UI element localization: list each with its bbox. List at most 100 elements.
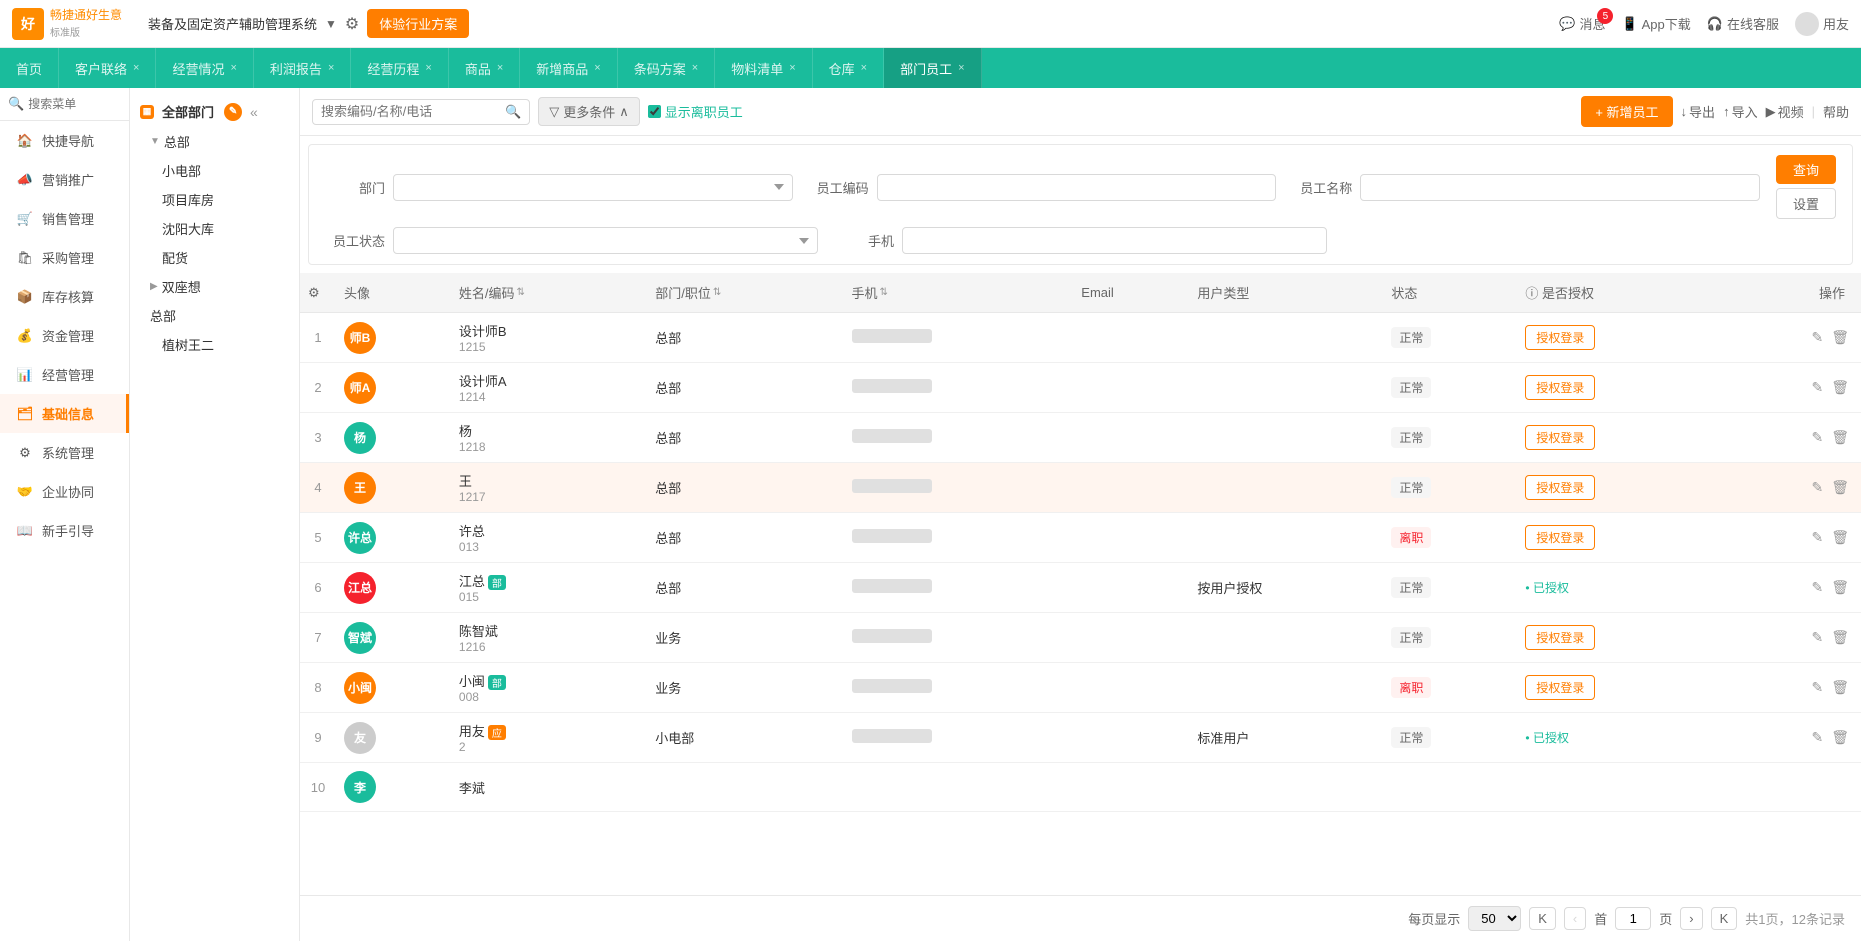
sidebar-item-sales[interactable]: 🛒 销售管理 — [0, 199, 129, 238]
authorize-button[interactable]: 授权登录 — [1525, 475, 1595, 500]
search-input[interactable] — [321, 104, 501, 119]
sidebar-item-basic[interactable]: 🗂 基础信息 — [0, 394, 129, 433]
first-page-button[interactable]: K — [1529, 907, 1556, 930]
user-avatar-item[interactable]: 用友 — [1795, 12, 1849, 36]
tab-history[interactable]: 经营历程× — [351, 48, 448, 88]
edit-button[interactable]: ✎ — [1811, 529, 1823, 546]
sidebar-item-system[interactable]: ⚙ 系统管理 — [0, 433, 129, 472]
edit-button[interactable]: ✎ — [1811, 629, 1823, 646]
edit-button[interactable]: ✎ — [1811, 579, 1823, 596]
dept-node-zhishu[interactable]: 植树王二 — [130, 330, 299, 359]
authorize-button[interactable]: 授权登录 — [1525, 375, 1595, 400]
delete-button[interactable]: 🗑 — [1831, 379, 1849, 396]
tab-customer-close[interactable]: × — [133, 62, 139, 74]
delete-button[interactable]: 🗑 — [1831, 729, 1849, 746]
sidebar-item-marketing[interactable]: 📣 营销推广 — [0, 160, 129, 199]
tab-customer[interactable]: 客户联络× — [59, 48, 156, 88]
dept-node-zongbu2[interactable]: 总部 — [130, 301, 299, 330]
tab-add-goods[interactable]: 新增商品× — [520, 48, 617, 88]
sidebar-search-input[interactable] — [28, 97, 121, 111]
tab-history-close[interactable]: × — [425, 62, 431, 74]
edit-button[interactable]: ✎ — [1811, 679, 1823, 696]
dept-node-xiaodibu[interactable]: 小电部 — [130, 156, 299, 185]
tab-goods-close[interactable]: × — [497, 62, 503, 74]
sidebar-item-business[interactable]: 📊 经营管理 — [0, 355, 129, 394]
delete-button[interactable]: 🗑 — [1831, 329, 1849, 346]
filter-status-select[interactable] — [393, 227, 818, 254]
delete-button[interactable]: 🗑 — [1831, 629, 1849, 646]
tab-profit-close[interactable]: × — [328, 62, 334, 74]
edit-button[interactable]: ✎ — [1811, 729, 1823, 746]
filter-phone-input[interactable] — [902, 227, 1327, 254]
last-page-button[interactable]: K — [1711, 907, 1738, 930]
dept-collapse-btn[interactable]: « — [250, 104, 258, 120]
dept-node-shuangzuo[interactable]: ▶ 双座想 — [130, 272, 299, 301]
delete-button[interactable]: 🗑 — [1831, 679, 1849, 696]
prev-page-button[interactable]: ‹ — [1564, 907, 1586, 930]
edit-button[interactable]: ✎ — [1811, 379, 1823, 396]
tab-barcode[interactable]: 条码方案× — [618, 48, 715, 88]
dept-edit-btn[interactable]: ✎ — [224, 103, 242, 121]
filter-code-input[interactable] — [877, 174, 1277, 201]
search-box[interactable]: 🔍 — [312, 99, 530, 125]
authorize-button[interactable]: 授权登录 — [1525, 425, 1595, 450]
help-button[interactable]: 帮助 — [1823, 102, 1849, 121]
sidebar-search-box[interactable]: 🔍 — [0, 88, 129, 121]
dept-node-xiangmu[interactable]: 项目库房 — [130, 185, 299, 214]
edit-button[interactable]: ✎ — [1811, 429, 1823, 446]
per-page-select[interactable]: 50 — [1468, 906, 1521, 931]
next-page-button[interactable]: › — [1680, 907, 1702, 930]
show-resigned-checkbox[interactable] — [648, 105, 661, 118]
th-name-sort[interactable]: 姓名/编码 ⇅ — [459, 283, 525, 302]
dept-node-zongbu-parent[interactable]: ▼ 总部 — [130, 127, 299, 156]
delete-button[interactable]: 🗑 — [1831, 579, 1849, 596]
export-button[interactable]: ↓ 导出 — [1681, 102, 1716, 121]
tab-bom[interactable]: 物料清单× — [715, 48, 812, 88]
col-settings-icon[interactable]: ⚙ — [308, 285, 320, 300]
sidebar-item-purchase[interactable]: 🛍 采购管理 — [0, 238, 129, 277]
sidebar-item-guide[interactable]: 📖 新手引导 — [0, 511, 129, 550]
show-resigned-check[interactable]: 显示离职员工 — [648, 102, 743, 121]
sidebar-item-inventory[interactable]: 📦 库存核算 — [0, 277, 129, 316]
delete-button[interactable]: 🗑 — [1831, 479, 1849, 496]
import-button[interactable]: ↑ 导入 — [1723, 102, 1758, 121]
authorize-button[interactable]: 授权登录 — [1525, 675, 1595, 700]
page-number-input[interactable] — [1615, 907, 1651, 930]
reset-button[interactable]: 设置 — [1776, 188, 1836, 219]
tab-department[interactable]: 部门员工× — [884, 48, 981, 88]
tab-operations-close[interactable]: × — [230, 62, 236, 74]
sidebar-item-finance[interactable]: 💰 资金管理 — [0, 316, 129, 355]
dept-node-peihuo[interactable]: 配货 — [130, 243, 299, 272]
authorize-button[interactable]: 授权登录 — [1525, 625, 1595, 650]
query-button[interactable]: 查询 — [1776, 155, 1836, 184]
authorize-button[interactable]: 授权登录 — [1525, 325, 1595, 350]
message-icon-item[interactable]: 💬 消息 5 — [1559, 14, 1605, 33]
app-download-item[interactable]: 📱 App下载 — [1621, 14, 1690, 33]
filter-dept-select[interactable] — [393, 174, 793, 201]
tab-profit[interactable]: 利润报告× — [254, 48, 351, 88]
tab-bom-close[interactable]: × — [789, 62, 795, 74]
tab-goods[interactable]: 商品× — [449, 48, 520, 88]
th-phone-sort[interactable]: 手机 ⇅ — [852, 283, 888, 302]
settings-gear-button[interactable]: ⚙ — [345, 14, 359, 34]
th-dept-sort[interactable]: 部门/职位 ⇅ — [655, 283, 721, 302]
tab-home[interactable]: 首页 — [0, 48, 59, 88]
authorize-button[interactable]: 授权登录 — [1525, 525, 1595, 550]
tab-barcode-close[interactable]: × — [692, 62, 698, 74]
edit-button[interactable]: ✎ — [1811, 479, 1823, 496]
experience-button[interactable]: 体验行业方案 — [367, 9, 469, 38]
filter-name-input[interactable] — [1360, 174, 1760, 201]
edit-button[interactable]: ✎ — [1811, 329, 1823, 346]
dept-node-shenyang[interactable]: 沈阳大库 — [130, 214, 299, 243]
delete-button[interactable]: 🗑 — [1831, 529, 1849, 546]
add-employee-button[interactable]: + 新增员工 — [1581, 96, 1672, 127]
tab-warehouse-close[interactable]: × — [861, 62, 867, 74]
more-conditions-button[interactable]: ▽ 更多条件 ∧ — [538, 97, 640, 126]
delete-button[interactable]: 🗑 — [1831, 429, 1849, 446]
online-service-item[interactable]: 🎧 在线客服 — [1707, 14, 1779, 33]
sidebar-item-quicknav[interactable]: 🏠 快捷导航 — [0, 121, 129, 160]
sidebar-item-collab[interactable]: 🤝 企业协同 — [0, 472, 129, 511]
tab-operations[interactable]: 经营情况× — [156, 48, 253, 88]
system-title-dropdown[interactable]: ▼ — [325, 17, 337, 31]
tab-add-goods-close[interactable]: × — [594, 62, 600, 74]
